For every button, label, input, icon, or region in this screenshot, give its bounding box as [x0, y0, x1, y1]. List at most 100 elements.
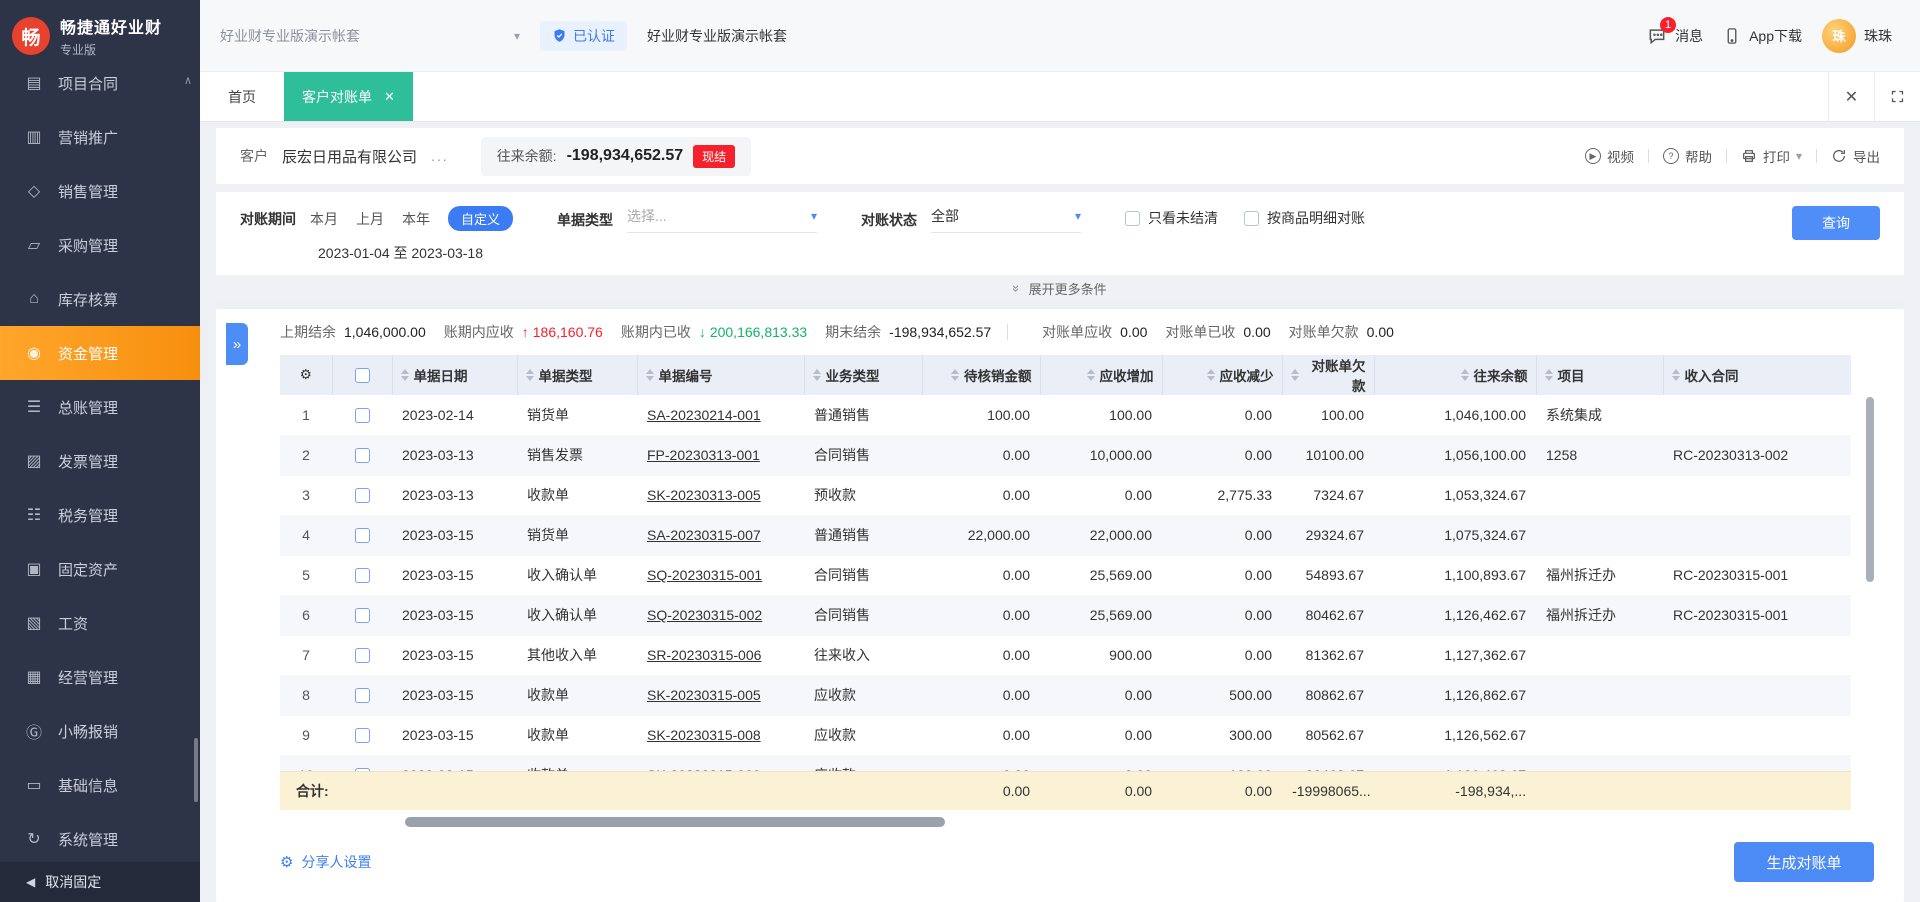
doc-no-link[interactable]: SK-20230315-009	[647, 767, 761, 771]
table-row[interactable]: 1 2023-02-14 销货单 SA-20230214-001 普通销售 10…	[280, 395, 1851, 436]
sidebar-item[interactable]: ↻ 系统管理	[0, 812, 200, 862]
close-all-tabs-icon[interactable]: ✕	[1828, 72, 1874, 121]
status-select[interactable]: 全部 ▾	[931, 206, 1082, 233]
sidebar-item[interactable]: ▭ 基础信息	[0, 758, 200, 812]
period-option[interactable]: 上月	[356, 209, 384, 229]
sort-icon[interactable]	[951, 369, 959, 381]
app-download-button[interactable]: App下载	[1723, 26, 1802, 46]
doc-type-select[interactable]: 选择... ▾	[627, 206, 818, 233]
user-menu[interactable]: 珠 珠珠	[1822, 18, 1892, 53]
sidebar-item[interactable]: ▣ 固定资产	[0, 542, 200, 596]
period-option[interactable]: 本月	[310, 209, 338, 229]
account-book-select[interactable]: 好业财专业版演示帐套 ▾	[220, 26, 520, 46]
tab-close-icon[interactable]: ✕	[384, 89, 395, 105]
sidebar-item[interactable]: ▱ 采购管理	[0, 218, 200, 272]
sidebar-item[interactable]: ▨ 发票管理	[0, 434, 200, 488]
table-row[interactable]: 2 2023-03-13 销售发票 FP-20230313-001 合同销售 0…	[280, 435, 1851, 476]
share-settings-button[interactable]: ⚙ 分享人设置	[280, 852, 371, 872]
column-header[interactable]: 应收减少	[1162, 355, 1283, 395]
messages-button[interactable]: 1 消息	[1647, 16, 1703, 46]
row-checkbox[interactable]	[354, 688, 370, 704]
column-header[interactable]: 应收增加	[1040, 355, 1163, 395]
sort-icon[interactable]	[400, 369, 409, 381]
column-header[interactable]: 待核销金额	[922, 355, 1041, 395]
column-header[interactable]: 单据日期	[392, 355, 518, 395]
sidebar-item[interactable]: ▧ 工资	[0, 596, 200, 650]
row-checkbox[interactable]	[354, 488, 370, 504]
customer-more-button[interactable]: ...	[431, 148, 449, 164]
doc-no-link[interactable]: SR-20230315-006	[647, 647, 761, 663]
tab-customer-statement[interactable]: 客户对账单 ✕	[284, 72, 413, 121]
sidebar-item[interactable]: ⌂ 库存核算	[0, 272, 200, 326]
horizontal-scrollbar-thumb[interactable]	[405, 816, 945, 827]
doc-no-link[interactable]: SK-20230315-008	[647, 727, 761, 743]
search-button[interactable]: 查询	[1792, 206, 1880, 240]
vertical-scrollbar-thumb[interactable]	[1866, 397, 1874, 582]
expand-more-conditions[interactable]: » 展开更多条件	[216, 275, 1904, 301]
date-range[interactable]: 2023-01-04 至 2023-03-18	[318, 243, 513, 263]
table-row[interactable]: 6 2023-03-15 收入确认单 SQ-20230315-002 合同销售 …	[280, 595, 1851, 636]
unpin-sidebar-button[interactable]: ◀ 取消固定	[0, 862, 200, 902]
sidebar-item[interactable]: ▥ 营销推广	[0, 110, 200, 164]
doc-no-link[interactable]: FP-20230313-001	[647, 447, 760, 463]
row-checkbox[interactable]	[354, 408, 370, 424]
column-settings-gear-icon[interactable]: ⚙	[280, 355, 333, 395]
row-checkbox[interactable]	[354, 648, 370, 664]
doc-no-link[interactable]: SK-20230313-005	[647, 487, 761, 503]
row-checkbox[interactable]	[354, 768, 370, 771]
sort-icon[interactable]	[1290, 369, 1299, 381]
generate-statement-button[interactable]: 生成对账单	[1734, 842, 1874, 882]
sidebar-item[interactable]: ▦ 经营管理	[0, 650, 200, 704]
period-option[interactable]: 本年	[402, 209, 430, 229]
table-row[interactable]: 7 2023-03-15 其他收入单 SR-20230315-006 往来收入 …	[280, 635, 1851, 676]
sidebar-item[interactable]: ☷ 税务管理	[0, 488, 200, 542]
sidebar-item[interactable]: Ⓖ 小畅报销	[0, 704, 200, 758]
table-row[interactable]: 10 2023-03-15 收款单 SK-20230315-009 应收款 0.…	[280, 755, 1851, 771]
column-header[interactable]: 单据编号	[637, 355, 805, 395]
doc-no-link[interactable]: SQ-20230315-001	[647, 567, 762, 583]
table-row[interactable]: 9 2023-03-15 收款单 SK-20230315-008 应收款 0.0…	[280, 715, 1851, 756]
sidebar-scroll-up-icon[interactable]: ∧	[184, 74, 192, 87]
help-button[interactable]: ? 帮助	[1662, 146, 1712, 166]
column-header[interactable]: 单据类型	[517, 355, 638, 395]
sort-icon[interactable]	[1206, 369, 1215, 381]
table-row[interactable]: 5 2023-03-15 收入确认单 SQ-20230315-001 合同销售 …	[280, 555, 1851, 596]
table-row[interactable]: 3 2023-03-13 收款单 SK-20230313-005 预收款 0.0…	[280, 475, 1851, 516]
by-product-detail-checkbox[interactable]: 按商品明细对账	[1244, 208, 1365, 228]
table-row[interactable]: 8 2023-03-15 收款单 SK-20230315-005 应收款 0.0…	[280, 675, 1851, 716]
export-button[interactable]: 导出	[1831, 146, 1880, 166]
doc-no-link[interactable]: SK-20230315-005	[647, 687, 761, 703]
sidebar-scrollbar-thumb[interactable]	[194, 738, 198, 802]
unsettled-only-checkbox[interactable]: 只看未结清	[1125, 208, 1218, 228]
sort-icon[interactable]	[525, 369, 534, 381]
tab-home[interactable]: 首页	[200, 72, 284, 121]
column-header[interactable]: 对账单欠款	[1282, 355, 1375, 395]
sidebar-item[interactable]: ◉ 资金管理	[0, 326, 200, 380]
side-panel-expander[interactable]: »	[226, 323, 248, 365]
sort-icon[interactable]	[812, 369, 821, 381]
print-button[interactable]: 打印 ▾	[1741, 146, 1802, 166]
sidebar-item[interactable]: ▤ 项目合同	[0, 72, 200, 110]
row-checkbox[interactable]	[354, 448, 370, 464]
doc-no-link[interactable]: SA-20230214-001	[647, 407, 761, 423]
doc-no-link[interactable]: SA-20230315-007	[647, 527, 761, 543]
row-checkbox[interactable]	[354, 568, 370, 584]
row-checkbox[interactable]	[354, 608, 370, 624]
period-option-custom[interactable]: 自定义	[448, 206, 514, 231]
certified-badge[interactable]: 已认证	[540, 20, 627, 51]
sort-icon[interactable]	[1671, 369, 1680, 381]
row-checkbox[interactable]	[354, 728, 370, 744]
select-all-checkbox[interactable]	[332, 355, 393, 395]
column-header[interactable]: 收入合同	[1663, 355, 1851, 395]
video-button[interactable]: ▶ 视频	[1584, 146, 1634, 166]
sidebar-item[interactable]: ◇ 销售管理	[0, 164, 200, 218]
fullscreen-icon[interactable]	[1874, 72, 1920, 121]
row-checkbox[interactable]	[354, 528, 370, 544]
sort-icon[interactable]	[1086, 369, 1095, 381]
column-header[interactable]: 项目	[1536, 355, 1664, 395]
customer-name[interactable]: 辰宏日用品有限公司	[282, 146, 417, 167]
sort-icon[interactable]	[645, 369, 654, 381]
doc-no-link[interactable]: SQ-20230315-002	[647, 607, 762, 623]
column-header[interactable]: 往来余额	[1374, 355, 1537, 395]
sort-icon[interactable]	[1544, 369, 1553, 381]
